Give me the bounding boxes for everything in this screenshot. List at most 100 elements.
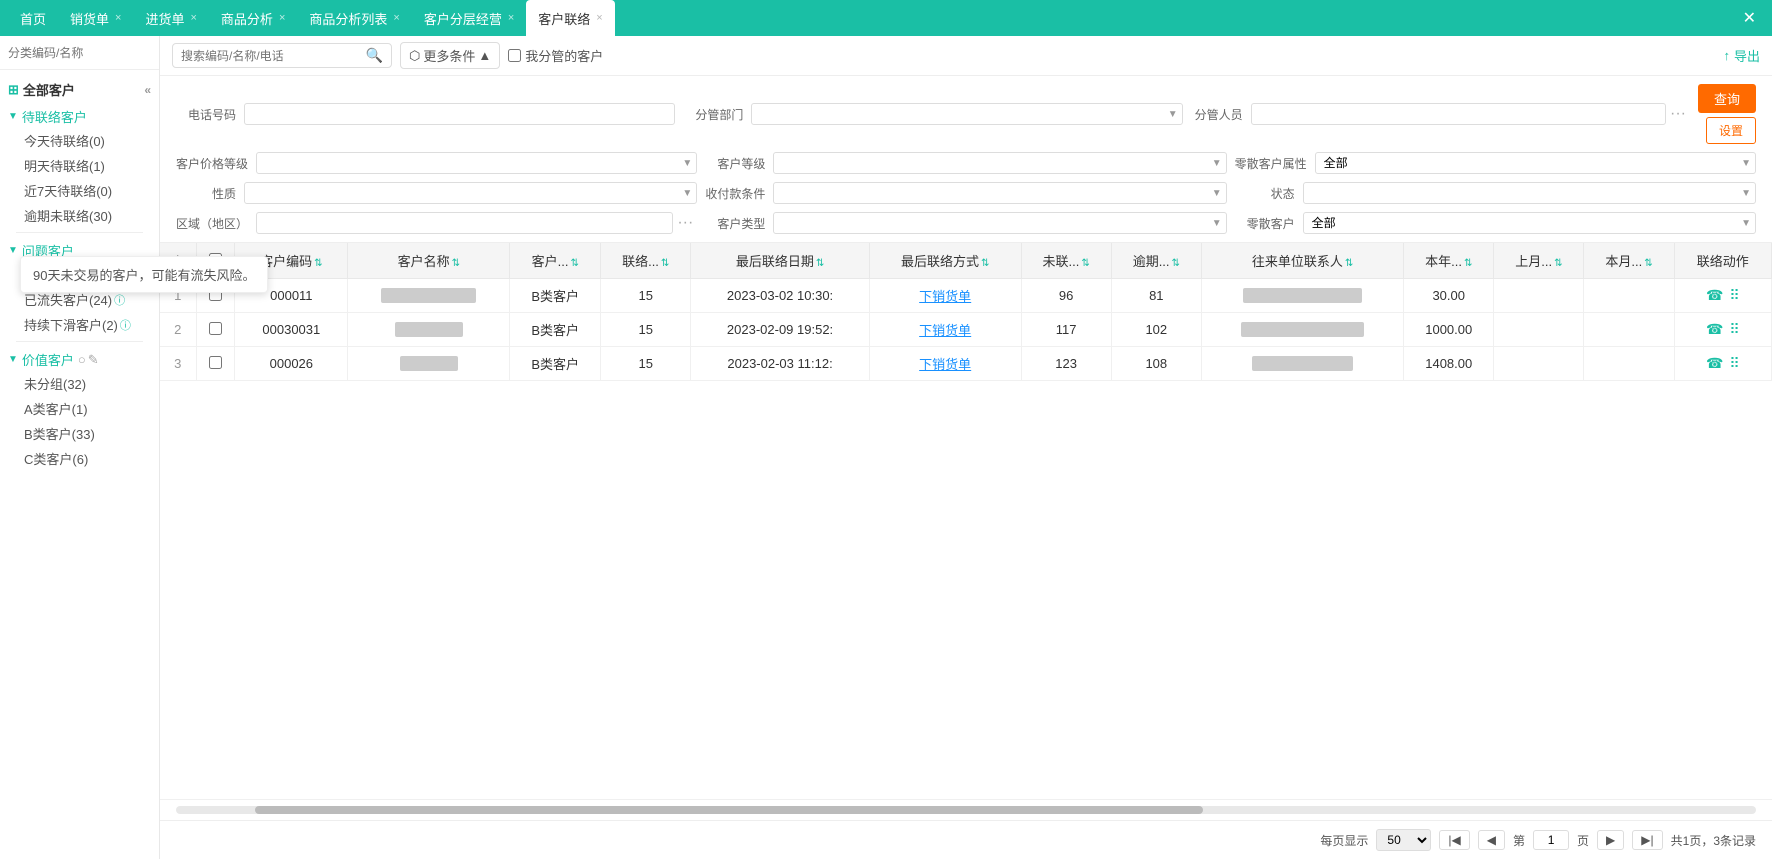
per-page-select[interactable]: 20 50 100 — [1376, 829, 1431, 851]
sidebar-item-declining[interactable]: 持续下滑客户(2) ⓘ — [8, 312, 151, 337]
close-tab-3[interactable]: × — [279, 12, 285, 24]
action-more-icon-0[interactable]: ⠿ — [1729, 287, 1739, 304]
tab-home[interactable]: 首页 — [8, 0, 58, 36]
action-call-icon-0[interactable]: ☎ — [1706, 287, 1723, 304]
sidebar-search-box: 🔍 — [0, 36, 159, 70]
row-method-link-1[interactable]: 下销货单 — [919, 323, 971, 338]
horizontal-scrollbar[interactable] — [160, 799, 1772, 820]
row-method-2: 下销货单 — [869, 347, 1021, 381]
manager-dots[interactable]: ··· — [1666, 105, 1690, 123]
row-last-month-1 — [1494, 313, 1584, 347]
col-unit-contact[interactable]: 往来单位联系人⇅ — [1201, 243, 1403, 279]
group-value-customer[interactable]: ▼ 价值客户 ○ ✎ — [8, 346, 151, 371]
col-name[interactable]: 客户名称⇅ — [348, 243, 510, 279]
row-checkbox-2[interactable] — [209, 356, 222, 369]
col-contact-count[interactable]: 联络...⇅ — [601, 243, 691, 279]
sidebar-item-tomorrow-contact[interactable]: 明天待联络(1) — [8, 153, 151, 178]
edit-group-icon[interactable]: ✎ — [88, 352, 99, 368]
collapse-icon[interactable]: « — [144, 83, 151, 97]
region-input[interactable] — [256, 212, 673, 234]
close-tab-2[interactable]: × — [190, 12, 196, 24]
action-more-icon-2[interactable]: ⠿ — [1729, 355, 1739, 372]
search-icon[interactable]: 🔍 — [366, 47, 383, 64]
close-tab-5[interactable]: × — [508, 12, 514, 24]
content-area: 90天未交易的客户，可能有流失风险。 🔍 ⬡ 更多条件 ▲ 我分管的客户 ↑ 导… — [160, 36, 1772, 859]
page-last-btn[interactable]: ▶| — [1632, 830, 1662, 850]
sidebar-item-ungrouped[interactable]: 未分组(32) — [8, 371, 151, 396]
status-select[interactable] — [1304, 183, 1737, 203]
phone-input[interactable] — [244, 103, 675, 125]
close-tab-6[interactable]: × — [596, 12, 602, 24]
zero-cust-label: 零散客户 — [1235, 215, 1295, 232]
nature-select[interactable] — [245, 183, 678, 203]
dept-label: 分管部门 — [683, 106, 743, 123]
all-customers-title[interactable]: ⊞ 全部客户 « — [8, 76, 151, 103]
dept-select[interactable] — [752, 104, 1163, 124]
action-more-icon-1[interactable]: ⠿ — [1729, 321, 1739, 338]
more-conditions-btn[interactable]: ⬡ 更多条件 ▲ — [400, 42, 500, 69]
scrollbar-thumb[interactable] — [255, 806, 1203, 814]
query-button[interactable]: 查询 — [1698, 84, 1756, 113]
col-overdue[interactable]: 逾期...⇅ — [1111, 243, 1201, 279]
add-group-icon[interactable]: ○ — [78, 352, 86, 367]
sidebar-item-b-class[interactable]: B类客户(33) — [8, 421, 151, 446]
region-dots[interactable]: ··· — [673, 214, 697, 232]
sort-code-icon: ⇅ — [314, 258, 322, 269]
close-window-icon[interactable]: ✕ — [1735, 8, 1764, 28]
tab-product-analysis-list[interactable]: 商品分析列表 × — [297, 0, 411, 36]
adv-filter-row-1: 电话号码 分管部门 ▼ 分管人员 ··· 查询 设置 — [176, 84, 1756, 144]
tab-customer-contact[interactable]: 客户联络 × — [526, 0, 614, 36]
blurred-name-2: ██ — [400, 356, 458, 371]
col-this-month[interactable]: 本月...⇅ — [1584, 243, 1674, 279]
tab-purchase-order[interactable]: 进货单 × — [133, 0, 208, 36]
cust-grade-field: 客户等级 ▼ — [705, 152, 1226, 174]
close-tab-1[interactable]: × — [115, 12, 121, 24]
sidebar-item-7day-contact[interactable]: 近7天待联络(0) — [8, 178, 151, 203]
cust-grade-select[interactable] — [774, 153, 1207, 173]
export-btn[interactable]: ↑ 导出 — [1723, 46, 1760, 65]
row-method-link-2[interactable]: 下销货单 — [919, 357, 971, 372]
sidebar-item-overdue-contact[interactable]: 逾期未联络(30) — [8, 203, 151, 228]
sidebar-item-today-contact[interactable]: 今天待联络(0) — [8, 128, 151, 153]
close-tab-4[interactable]: × — [393, 12, 399, 24]
scrollbar-track[interactable] — [176, 806, 1756, 814]
sidebar-item-a-class[interactable]: A类客户(1) — [8, 396, 151, 421]
row-contact-0: 15 — [601, 279, 691, 313]
tab-customer-layer[interactable]: 客户分层经营 × — [412, 0, 526, 36]
row-method-link-0[interactable]: 下销货单 — [919, 289, 971, 304]
tab-bar: 首页 销货单 × 进货单 × 商品分析 × 商品分析列表 × 客户分层经营 × … — [0, 0, 1772, 36]
group-pending-contact[interactable]: ▼ 待联络客户 — [8, 103, 151, 128]
zero-attr-select[interactable]: 全部 — [1316, 153, 1737, 173]
manager-input[interactable] — [1251, 103, 1666, 125]
row-this-month-1 — [1584, 313, 1674, 347]
col-customer-type[interactable]: 客户...⇅ — [510, 243, 601, 279]
search-input[interactable] — [181, 49, 366, 63]
zero-cust-select[interactable]: 全部 — [1304, 213, 1737, 233]
sidebar-search-input[interactable] — [8, 46, 160, 60]
col-last-month[interactable]: 上月...⇅ — [1494, 243, 1584, 279]
row-this-year-2: 1408.00 — [1404, 347, 1494, 381]
page-input[interactable] — [1533, 830, 1569, 850]
page-next-btn[interactable]: ▶ — [1597, 830, 1624, 850]
page-prev-btn[interactable]: ◀ — [1478, 830, 1505, 850]
action-call-icon-1[interactable]: ☎ — [1706, 321, 1723, 338]
col-no-contact[interactable]: 未联...⇅ — [1021, 243, 1111, 279]
tab-product-analysis[interactable]: 商品分析 × — [209, 0, 297, 36]
manager-field: 分管人员 ··· — [1191, 103, 1690, 125]
cust-type-select[interactable] — [774, 213, 1207, 233]
action-call-icon-2[interactable]: ☎ — [1706, 355, 1723, 372]
page-first-btn[interactable]: |◀ — [1439, 830, 1469, 850]
settings-button[interactable]: 设置 — [1706, 117, 1756, 144]
payment-arrow: ▼ — [1208, 188, 1226, 199]
tab-sales-order[interactable]: 销货单 × — [58, 0, 133, 36]
col-last-method[interactable]: 最后联络方式⇅ — [869, 243, 1021, 279]
nature-arrow: ▼ — [678, 188, 696, 199]
my-customers-checkbox[interactable] — [508, 49, 521, 62]
payment-select[interactable] — [774, 183, 1207, 203]
blurred-unit-2: ██ ██ — [1252, 356, 1352, 371]
col-last-date[interactable]: 最后联络日期⇅ — [691, 243, 870, 279]
row-checkbox-1[interactable] — [209, 322, 222, 335]
col-this-year[interactable]: 本年...⇅ — [1404, 243, 1494, 279]
price-grade-select[interactable] — [257, 153, 678, 173]
sidebar-item-c-class[interactable]: C类客户(6) — [8, 446, 151, 471]
